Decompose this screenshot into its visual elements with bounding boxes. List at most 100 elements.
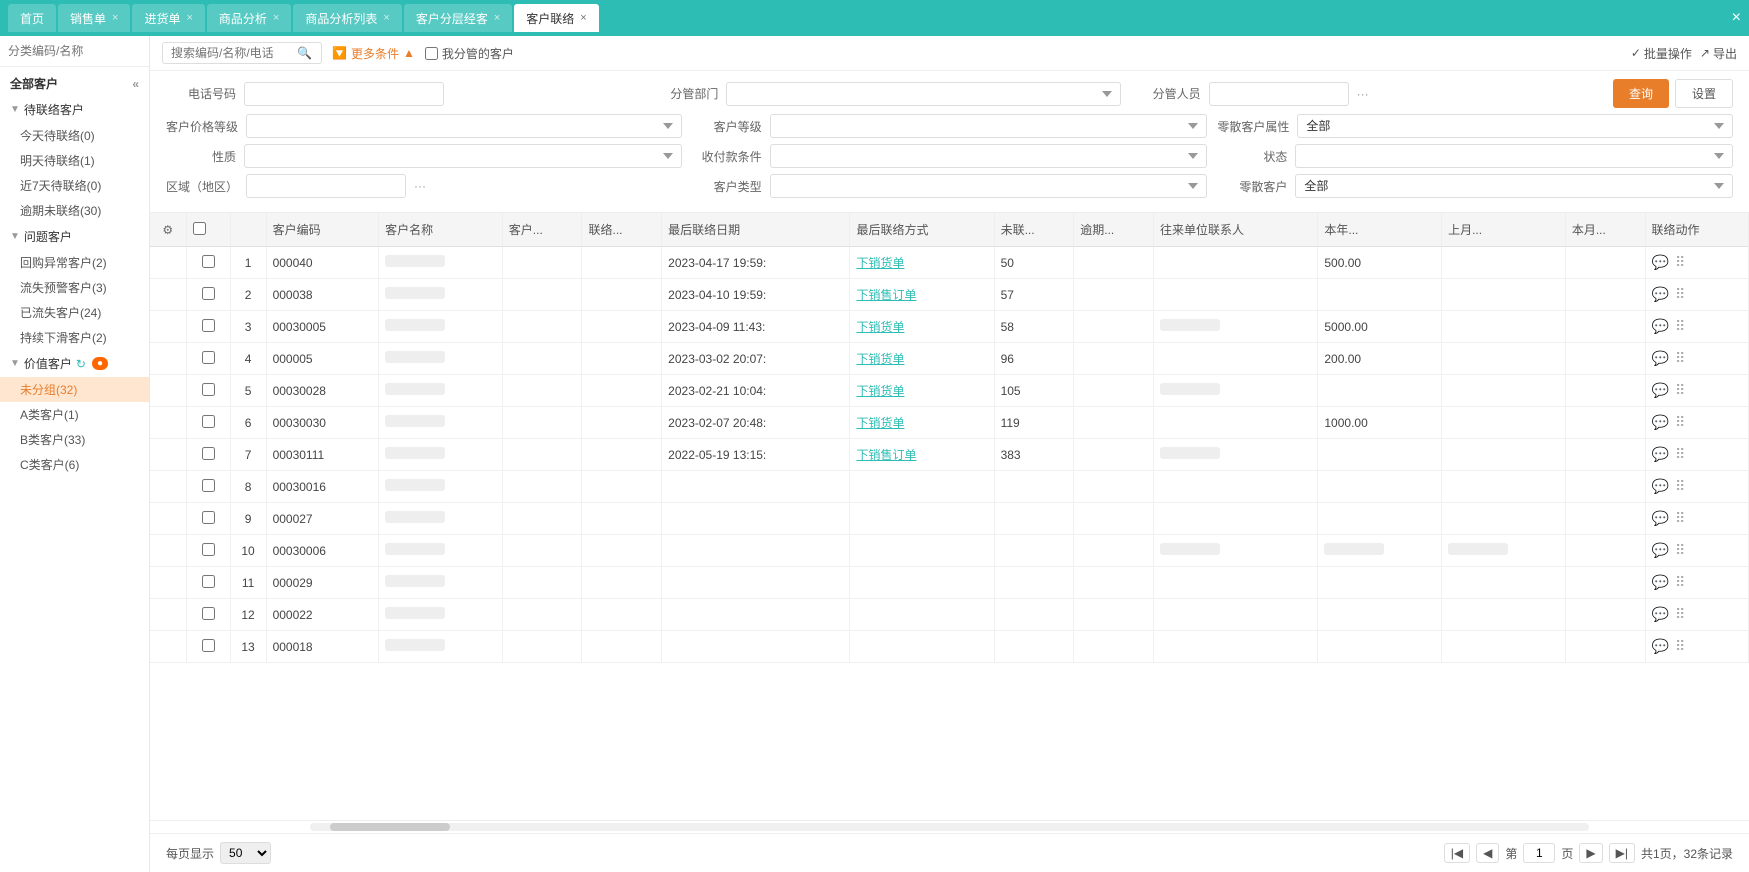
more-actions-icon[interactable]: ⠿: [1675, 510, 1685, 527]
manager-dotted-icon[interactable]: ···: [1357, 87, 1369, 101]
last-method-link[interactable]: 下销售订单: [856, 448, 916, 462]
th-last-date[interactable]: 最后联络日期: [662, 213, 850, 247]
region-dotted-icon[interactable]: ···: [414, 179, 426, 193]
contact-icon[interactable]: 💬: [1652, 254, 1669, 271]
row-checkbox[interactable]: [186, 311, 230, 343]
filter-select-dept[interactable]: [726, 82, 1120, 106]
row-checkbox[interactable]: [186, 599, 230, 631]
close-icon[interactable]: ×: [112, 12, 118, 24]
page-input[interactable]: [1523, 843, 1555, 863]
tab-product-analysis[interactable]: 商品分析 ×: [207, 4, 291, 32]
sidebar-pending-group[interactable]: ▼ 待联络客户: [0, 96, 149, 123]
row-checkbox[interactable]: [186, 567, 230, 599]
sidebar-item-churn-warning[interactable]: 流失预警客户(3): [0, 275, 149, 300]
th-last-month[interactable]: 上月...: [1442, 213, 1566, 247]
row-checkbox[interactable]: [186, 375, 230, 407]
sidebar-all-customers-header[interactable]: 全部客户 «: [0, 67, 149, 96]
more-actions-icon[interactable]: ⠿: [1675, 478, 1685, 495]
export-link[interactable]: ↗ 导出: [1700, 45, 1737, 62]
filter-input-phone[interactable]: [244, 82, 444, 106]
filter-select-retail-attr[interactable]: 全部: [1297, 114, 1733, 138]
th-not-contacted[interactable]: 未联...: [994, 213, 1074, 247]
next-page-button[interactable]: ▶: [1579, 843, 1602, 863]
filter-select-customer-level[interactable]: [770, 114, 1208, 138]
first-page-button[interactable]: |◀: [1444, 843, 1470, 863]
more-actions-icon[interactable]: ⠿: [1675, 606, 1685, 623]
sidebar-item-class-a[interactable]: A类客户(1): [0, 402, 149, 427]
more-actions-icon[interactable]: ⠿: [1675, 350, 1685, 367]
tab-product-analysis-list[interactable]: 商品分析列表 ×: [293, 4, 401, 32]
more-actions-icon[interactable]: ⠿: [1675, 574, 1685, 591]
last-method-link[interactable]: 下销货单: [856, 384, 904, 398]
row-last-method[interactable]: 下销售订单: [850, 439, 994, 471]
th-name[interactable]: 客户名称: [379, 213, 503, 247]
th-code[interactable]: 客户编码: [266, 213, 379, 247]
sidebar-problem-group[interactable]: ▼ 问题客户: [0, 223, 149, 250]
sidebar-value-group[interactable]: ▼ 价值客户 ↻ ●: [0, 350, 149, 377]
contact-icon[interactable]: 💬: [1652, 382, 1669, 399]
row-last-method[interactable]: 下销售订单: [850, 279, 994, 311]
last-method-link[interactable]: 下销售订单: [856, 288, 916, 302]
row-checkbox[interactable]: [186, 439, 230, 471]
last-method-link[interactable]: 下销货单: [856, 320, 904, 334]
contact-icon[interactable]: 💬: [1652, 638, 1669, 655]
filter-select-nature[interactable]: [244, 144, 682, 168]
more-actions-icon[interactable]: ⠿: [1675, 446, 1685, 463]
reset-button[interactable]: 设置: [1675, 79, 1733, 108]
row-checkbox[interactable]: [186, 279, 230, 311]
th-partner[interactable]: 往来单位联系人: [1153, 213, 1317, 247]
contact-icon[interactable]: 💬: [1652, 478, 1669, 495]
close-icon[interactable]: ×: [580, 12, 586, 24]
sidebar-item-class-c[interactable]: C类客户(6): [0, 452, 149, 477]
th-contact[interactable]: 联络...: [582, 213, 662, 247]
sidebar-collapse-icon[interactable]: «: [132, 77, 139, 91]
tab-home[interactable]: 首页: [8, 4, 56, 32]
more-actions-icon[interactable]: ⠿: [1675, 318, 1685, 335]
sidebar-search-input[interactable]: [8, 44, 150, 58]
filter-select-retail[interactable]: 全部: [1295, 174, 1733, 198]
filter-search-icon[interactable]: 🔍: [297, 46, 312, 60]
more-actions-icon[interactable]: ⠿: [1675, 382, 1685, 399]
sidebar-item-7days[interactable]: 近7天待联络(0): [0, 173, 149, 198]
row-checkbox[interactable]: [186, 407, 230, 439]
horizontal-scrollbar[interactable]: [310, 823, 1589, 831]
sidebar-item-today[interactable]: 今天待联络(0): [0, 123, 149, 148]
th-settings[interactable]: ⚙: [150, 213, 186, 247]
sidebar-item-churned[interactable]: 已流失客户(24): [0, 300, 149, 325]
row-last-method[interactable]: 下销货单: [850, 311, 994, 343]
page-size-select[interactable]: 20 50 100 200: [220, 842, 271, 864]
filter-search-input[interactable]: [171, 46, 291, 60]
tab-purchase-order[interactable]: 进货单 ×: [132, 4, 204, 32]
more-actions-icon[interactable]: ⠿: [1675, 414, 1685, 431]
contact-icon[interactable]: 💬: [1652, 350, 1669, 367]
row-checkbox[interactable]: [186, 471, 230, 503]
batch-op-link[interactable]: ✓ 批量操作: [1631, 45, 1692, 62]
last-method-link[interactable]: 下销货单: [856, 416, 904, 430]
close-icon[interactable]: ×: [273, 12, 279, 24]
search-button[interactable]: 查询: [1613, 79, 1669, 108]
row-last-method[interactable]: 下销货单: [850, 343, 994, 375]
contact-icon[interactable]: 💬: [1652, 606, 1669, 623]
row-checkbox[interactable]: [186, 631, 230, 663]
contact-icon[interactable]: 💬: [1652, 414, 1669, 431]
my-customer-check[interactable]: [425, 47, 438, 60]
refresh-icon[interactable]: ↻: [76, 357, 86, 371]
sidebar-item-unclassified[interactable]: 未分组(32): [0, 377, 149, 402]
sidebar-item-overdue[interactable]: 逾期未联络(30): [0, 198, 149, 223]
row-checkbox[interactable]: [186, 343, 230, 375]
filter-more-button[interactable]: 🔽 更多条件 ▲: [332, 45, 415, 62]
close-icon[interactable]: ×: [186, 12, 192, 24]
contact-icon[interactable]: 💬: [1652, 510, 1669, 527]
tab-customer-contact[interactable]: 客户联络 ×: [514, 4, 598, 32]
sidebar-item-class-b[interactable]: B类客户(33): [0, 427, 149, 452]
select-all-checkbox[interactable]: [193, 222, 206, 235]
more-actions-icon[interactable]: ⠿: [1675, 638, 1685, 655]
prev-page-button[interactable]: ◀: [1476, 843, 1499, 863]
filter-input-region[interactable]: [246, 174, 406, 198]
filter-select-customer-type[interactable]: [770, 174, 1208, 198]
row-last-method[interactable]: 下销货单: [850, 375, 994, 407]
contact-icon[interactable]: 💬: [1652, 318, 1669, 335]
close-all-button[interactable]: ×: [1732, 9, 1741, 27]
th-type[interactable]: 客户...: [502, 213, 582, 247]
contact-icon[interactable]: 💬: [1652, 446, 1669, 463]
